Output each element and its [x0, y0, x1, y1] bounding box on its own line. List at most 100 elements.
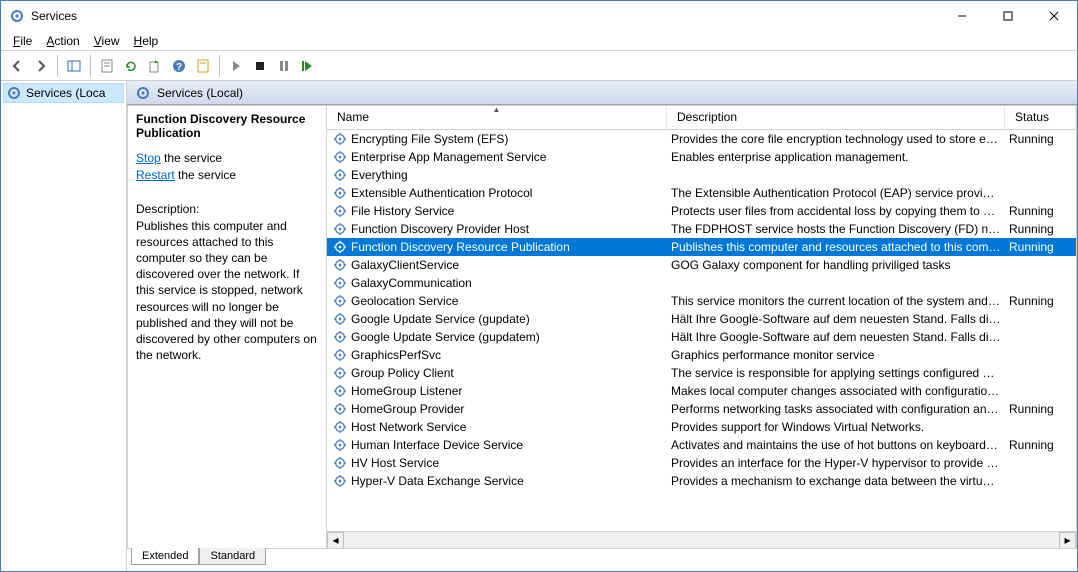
service-row[interactable]: Function Discovery Provider HostThe FDPH…	[327, 220, 1076, 238]
service-row[interactable]: Group Policy ClientThe service is respon…	[327, 364, 1076, 382]
menubar: File Action View Help	[1, 31, 1077, 51]
gear-icon	[333, 402, 347, 416]
services-app-icon	[9, 8, 25, 24]
service-row[interactable]: HV Host ServiceProvides an interface for…	[327, 454, 1076, 472]
restart-link[interactable]: Restart	[136, 168, 175, 182]
service-description: The Extensible Authentication Protocol (…	[667, 186, 1005, 200]
restart-service-button[interactable]	[296, 54, 320, 78]
help-button[interactable]: ?	[167, 54, 191, 78]
stop-service-button[interactable]	[248, 54, 272, 78]
properties-sheet-button[interactable]	[191, 54, 215, 78]
service-row[interactable]: GraphicsPerfSvc Graphics performance moni…	[327, 346, 1076, 364]
service-row[interactable]: File History ServiceProtects user files …	[327, 202, 1076, 220]
start-service-button[interactable]	[224, 54, 248, 78]
service-name: File History Service	[351, 204, 454, 218]
service-row[interactable]: Enterprise App Management ServiceEnables…	[327, 148, 1076, 166]
service-row[interactable]: Extensible Authentication ProtocolThe Ex…	[327, 184, 1076, 202]
service-name: Function Discovery Provider Host	[351, 222, 529, 236]
tree-pane[interactable]: Services (Loca	[1, 81, 127, 571]
service-description: Provides the core file encryption techno…	[667, 132, 1005, 146]
gear-icon	[333, 366, 347, 380]
service-row[interactable]: Everything	[327, 166, 1076, 184]
service-name: Human Interface Device Service	[351, 438, 523, 452]
restart-suffix: the service	[175, 168, 236, 182]
back-button[interactable]	[5, 54, 29, 78]
tree-node-label: Services (Loca	[26, 86, 105, 100]
gear-icon	[135, 85, 151, 101]
gear-icon	[333, 330, 347, 344]
scroll-right-icon[interactable]: ▸	[1059, 532, 1076, 549]
service-name: HomeGroup Listener	[351, 384, 462, 398]
refresh-button[interactable]	[119, 54, 143, 78]
menu-action[interactable]: Action	[40, 33, 85, 49]
service-status: Running	[1005, 222, 1076, 236]
menu-view[interactable]: View	[88, 33, 126, 49]
menu-help[interactable]: Help	[128, 33, 165, 49]
service-description: Provides support for Windows Virtual Net…	[667, 420, 1005, 434]
maximize-button[interactable]	[985, 1, 1031, 31]
description-text: Publishes this computer and resources at…	[136, 218, 318, 364]
service-row[interactable]: Hyper-V Data Exchange ServiceProvides a …	[327, 472, 1076, 490]
service-name: Google Update Service (gupdate)	[351, 312, 530, 326]
titlebar: Services	[1, 1, 1077, 31]
list-header: Name▲ Description Status	[327, 106, 1076, 130]
description-label: Description:	[136, 202, 318, 216]
service-description: Graphics performance monitor service	[667, 348, 1005, 362]
service-name: Function Discovery Resource Publication	[351, 240, 570, 254]
scroll-left-icon[interactable]: ◂	[327, 532, 344, 549]
panel-header: Services (Local)	[127, 81, 1077, 105]
service-name: GraphicsPerfSvc	[351, 348, 441, 362]
service-row[interactable]: Host Network Service Provides support for…	[327, 418, 1076, 436]
close-button[interactable]	[1031, 1, 1077, 31]
service-name: Google Update Service (gupdatem)	[351, 330, 540, 344]
service-row[interactable]: HomeGroup ListenerMakes local computer c…	[327, 382, 1076, 400]
column-name[interactable]: Name▲	[327, 106, 667, 129]
detail-pane: Function Discovery Resource Publication …	[128, 106, 326, 548]
export-button[interactable]	[143, 54, 167, 78]
service-row[interactable]: Human Interface Device ServiceActivates …	[327, 436, 1076, 454]
gear-icon	[333, 348, 347, 362]
column-status[interactable]: Status	[1005, 106, 1076, 129]
service-description: Provides an interface for the Hyper-V hy…	[667, 456, 1005, 470]
tab-extended[interactable]: Extended	[131, 548, 199, 565]
gear-icon	[333, 312, 347, 326]
properties-button[interactable]	[95, 54, 119, 78]
service-row[interactable]: Function Discovery Resource PublicationP…	[327, 238, 1076, 256]
gear-icon	[333, 186, 347, 200]
service-description: Performs networking tasks associated wit…	[667, 402, 1005, 416]
service-description: This service monitors the current locati…	[667, 294, 1005, 308]
gear-icon	[333, 150, 347, 164]
service-row[interactable]: GalaxyCommunication	[327, 274, 1076, 292]
service-name: Everything	[351, 168, 408, 182]
service-name: Host Network Service	[351, 420, 466, 434]
tab-strip: Extended Standard	[127, 549, 1077, 571]
service-list: Name▲ Description Status Encrypting File…	[326, 106, 1076, 548]
show-hide-tree-button[interactable]	[62, 54, 86, 78]
column-description[interactable]: Description	[667, 106, 1005, 129]
service-row[interactable]: HomeGroup Provider Performs networking ta…	[327, 400, 1076, 418]
gear-icon	[6, 85, 22, 101]
service-row[interactable]: Geolocation ServiceThis service monitors…	[327, 292, 1076, 310]
forward-button[interactable]	[29, 54, 53, 78]
pause-service-button[interactable]	[272, 54, 296, 78]
tree-node-services-local[interactable]: Services (Loca	[3, 83, 124, 103]
menu-file[interactable]: File	[7, 33, 38, 49]
list-body[interactable]: Encrypting File System (EFS)Provides the…	[327, 130, 1076, 531]
tab-standard[interactable]: Standard	[199, 548, 266, 565]
service-row[interactable]: Encrypting File System (EFS)Provides the…	[327, 130, 1076, 148]
service-name: HomeGroup Provider	[351, 402, 464, 416]
horizontal-scrollbar[interactable]: ◂ ▸	[327, 531, 1076, 548]
service-name: GalaxyClientService	[351, 258, 459, 272]
minimize-button[interactable]	[939, 1, 985, 31]
service-status: Running	[1005, 240, 1076, 254]
service-name: GalaxyCommunication	[351, 276, 472, 290]
gear-icon	[333, 222, 347, 236]
service-row[interactable]: Google Update Service (gupdate)Hält Ihre…	[327, 310, 1076, 328]
gear-icon	[333, 258, 347, 272]
selected-service-title: Function Discovery Resource Publication	[136, 112, 318, 140]
service-row[interactable]: Google Update Service (gupdatem)Hält Ihr…	[327, 328, 1076, 346]
stop-link[interactable]: Stop	[136, 151, 161, 165]
service-row[interactable]: GalaxyClientServiceGOG Galaxy component …	[327, 256, 1076, 274]
gear-icon	[333, 132, 347, 146]
gear-icon	[333, 438, 347, 452]
